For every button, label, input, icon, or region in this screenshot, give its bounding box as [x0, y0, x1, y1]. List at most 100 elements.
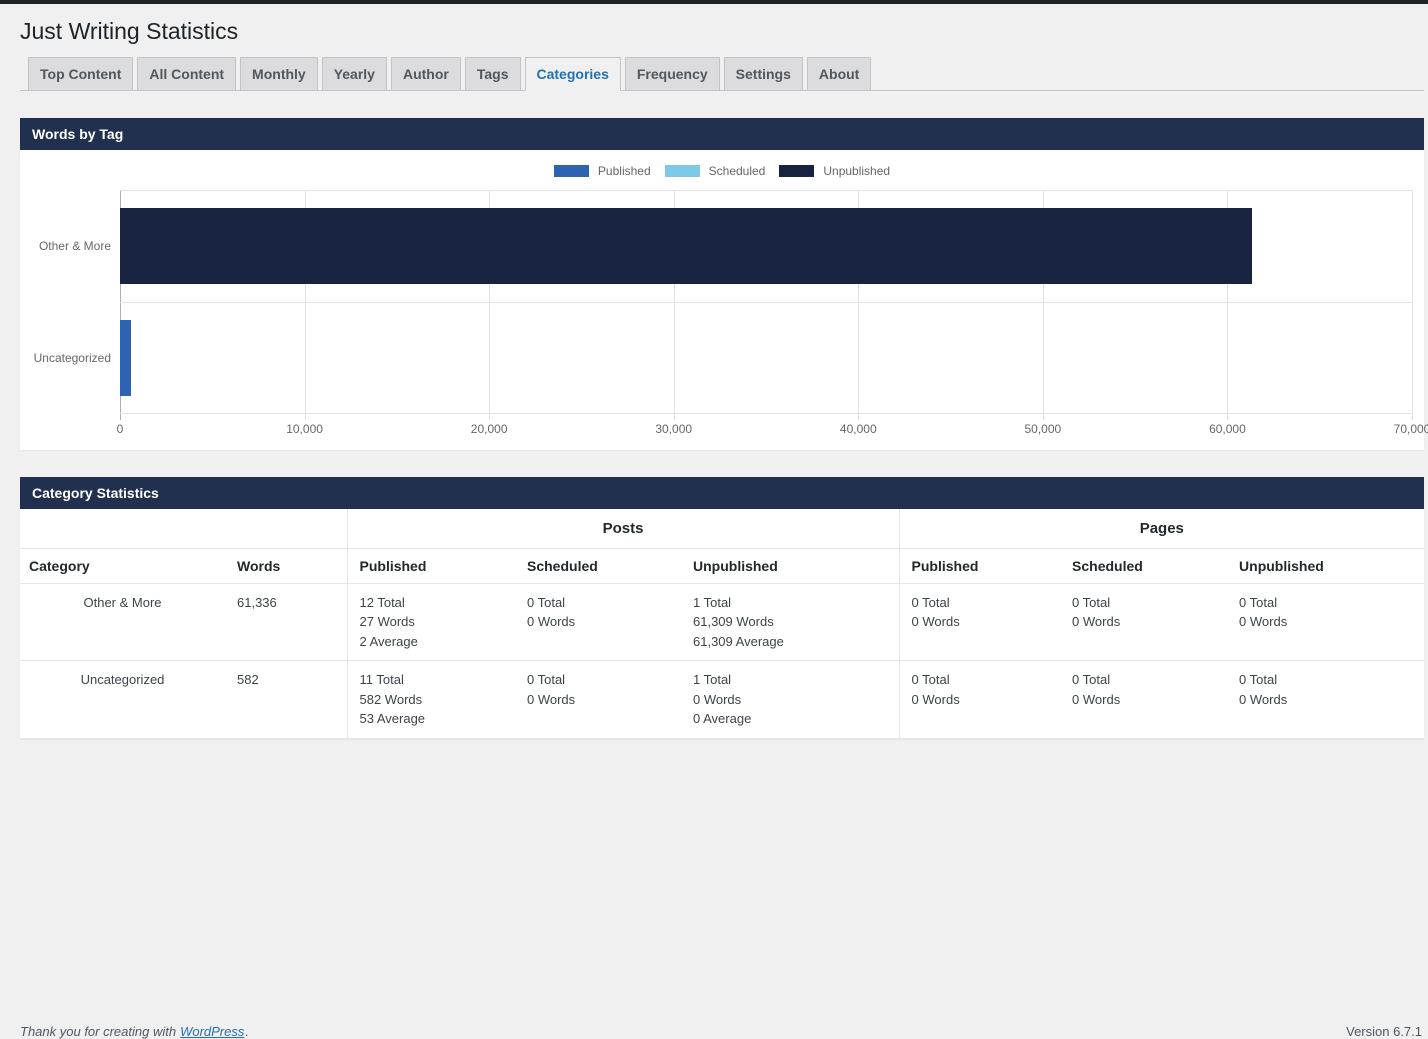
cell-words: 582 [225, 661, 347, 739]
column-header-words: Words [225, 548, 347, 583]
wordpress-link[interactable]: WordPress [180, 1024, 244, 1039]
plot-column: 010,00020,00030,00040,00050,00060,00070,… [120, 190, 1412, 440]
group-header-pages: Pages [899, 509, 1424, 549]
words-by-tag-chart: Published Scheduled Unpublished Other & Mo… [20, 150, 1424, 450]
cell-posts-unpublished: 1 Total61,309 Words61,309 Average [681, 583, 899, 661]
tab-all-content[interactable]: All Content [137, 57, 236, 90]
cell-line: 0 Words [693, 690, 887, 710]
cell-pages-unpublished: 0 Total0 Words [1227, 583, 1424, 661]
cell-line: 0 Words [912, 612, 1049, 632]
column-header-published: Published [347, 548, 515, 583]
x-axis-label: 10,000 [286, 422, 323, 436]
tab-frequency[interactable]: Frequency [625, 57, 720, 90]
legend-item-published[interactable]: Published [554, 164, 651, 178]
bar-row [120, 302, 1412, 414]
cell-line: 0 Words [1072, 612, 1215, 632]
cell-line: 0 Total [527, 670, 669, 690]
cell-line: 1 Total [693, 670, 887, 690]
tab-yearly[interactable]: Yearly [322, 57, 387, 90]
cell-line: 0 Total [1239, 593, 1412, 613]
legend-label: Unpublished [823, 164, 890, 178]
legend-label: Scheduled [709, 164, 766, 178]
unpublished-swatch [779, 165, 814, 177]
cell-line: 0 Total [912, 670, 1049, 690]
content-wrap: Just Writing Statistics Top ContentAll C… [0, 4, 1428, 739]
cell-posts-scheduled: 0 Total0 Words [515, 661, 681, 739]
y-axis-label: Other & More [32, 190, 120, 302]
footer-thanks-text: Thank you for creating with [20, 1024, 176, 1039]
x-axis-label: 70,000 [1394, 422, 1428, 436]
x-axis-label: 50,000 [1024, 422, 1061, 436]
cell-line: 1 Total [693, 593, 887, 613]
words-by-tag-header: Words by Tag [20, 118, 1424, 150]
table-head: PostsPagesCategoryWordsPublishedSchedule… [20, 509, 1424, 584]
x-axis-labels: 010,00020,00030,00040,00050,00060,00070,… [120, 414, 1412, 440]
footer-thankyou: Thank you for creating withWordPress. [20, 1024, 249, 1039]
column-header-row: CategoryWordsPublishedScheduledUnpublish… [20, 548, 1424, 583]
cell-line: 27 Words [360, 612, 504, 632]
footer: Thank you for creating withWordPress. Ve… [20, 1024, 1422, 1039]
table-body: Other & More61,33612 Total27 Words2 Aver… [20, 583, 1424, 738]
cell-pages-scheduled: 0 Total0 Words [1060, 583, 1227, 661]
chart-plot [120, 190, 1412, 414]
bar-uncategorized-published [120, 320, 131, 396]
bar-row [120, 190, 1412, 302]
cell-line: 582 Words [360, 690, 504, 710]
words-by-tag-panel: Words by Tag Published Scheduled Unpublish… [20, 118, 1424, 450]
cell-line: 11 Total [360, 670, 504, 690]
table-row: Other & More61,33612 Total27 Words2 Aver… [20, 583, 1424, 661]
tab-top-content[interactable]: Top Content [28, 57, 133, 90]
category-statistics-panel: Category Statistics PostsPagesCategoryWo… [20, 477, 1424, 739]
column-header-unpublished: Unpublished [681, 548, 899, 583]
chart-legend: Published Scheduled Unpublished [32, 158, 1412, 180]
cell-line: 61,309 Words [693, 612, 887, 632]
x-axis-label: 20,000 [471, 422, 508, 436]
gridline [1412, 190, 1413, 420]
published-swatch [554, 165, 589, 177]
cell-category: Uncategorized [20, 661, 225, 739]
cell-posts-scheduled: 0 Total0 Words [515, 583, 681, 661]
cell-line: 61,309 Average [693, 632, 887, 652]
cell-line: 12 Total [360, 593, 504, 613]
x-axis-label: 0 [117, 422, 124, 436]
group-header-spacer [20, 509, 347, 549]
cell-words: 61,336 [225, 583, 347, 661]
cell-category: Other & More [20, 583, 225, 661]
cell-pages-unpublished: 0 Total0 Words [1227, 661, 1424, 739]
cell-line: 0 Words [527, 690, 669, 710]
cell-line: 0 Words [1239, 690, 1412, 710]
cell-line: 0 Total [1072, 593, 1215, 613]
y-axis-label: Uncategorized [32, 302, 120, 414]
x-axis-label: 60,000 [1209, 422, 1246, 436]
category-statistics-table: PostsPagesCategoryWordsPublishedSchedule… [20, 509, 1424, 739]
cell-line: 0 Words [527, 612, 669, 632]
tab-author[interactable]: Author [391, 57, 461, 90]
category-statistics-header: Category Statistics [20, 477, 1424, 509]
footer-version: Version 6.7.1 [1346, 1024, 1422, 1039]
cell-line: 0 Average [693, 709, 887, 729]
legend-item-unpublished[interactable]: Unpublished [779, 164, 890, 178]
x-axis-label: 40,000 [840, 422, 877, 436]
nav-tabs: Top ContentAll ContentMonthlyYearlyAutho… [20, 57, 1424, 91]
legend-item-scheduled[interactable]: Scheduled [665, 164, 766, 178]
group-header-row: PostsPages [20, 509, 1424, 549]
tab-monthly[interactable]: Monthly [240, 57, 318, 90]
cell-line: 0 Words [1072, 690, 1215, 710]
y-axis-labels: Other & MoreUncategorized [32, 190, 120, 414]
cell-line: 53 Average [360, 709, 504, 729]
cell-line: 0 Words [912, 690, 1049, 710]
tab-settings[interactable]: Settings [724, 57, 803, 90]
cell-line: 0 Total [912, 593, 1049, 613]
cell-posts-unpublished: 1 Total0 Words0 Average [681, 661, 899, 739]
page-title: Just Writing Statistics [20, 4, 1424, 57]
cell-line: 0 Total [1072, 670, 1215, 690]
column-header-published: Published [899, 548, 1060, 583]
cell-line: 0 Words [1239, 612, 1412, 632]
legend-label: Published [598, 164, 651, 178]
scheduled-swatch [665, 165, 700, 177]
tab-categories[interactable]: Categories [525, 57, 621, 91]
cell-line: 0 Total [1239, 670, 1412, 690]
tab-about[interactable]: About [807, 57, 871, 90]
tab-tags[interactable]: Tags [465, 57, 521, 90]
cell-line: 0 Total [527, 593, 669, 613]
